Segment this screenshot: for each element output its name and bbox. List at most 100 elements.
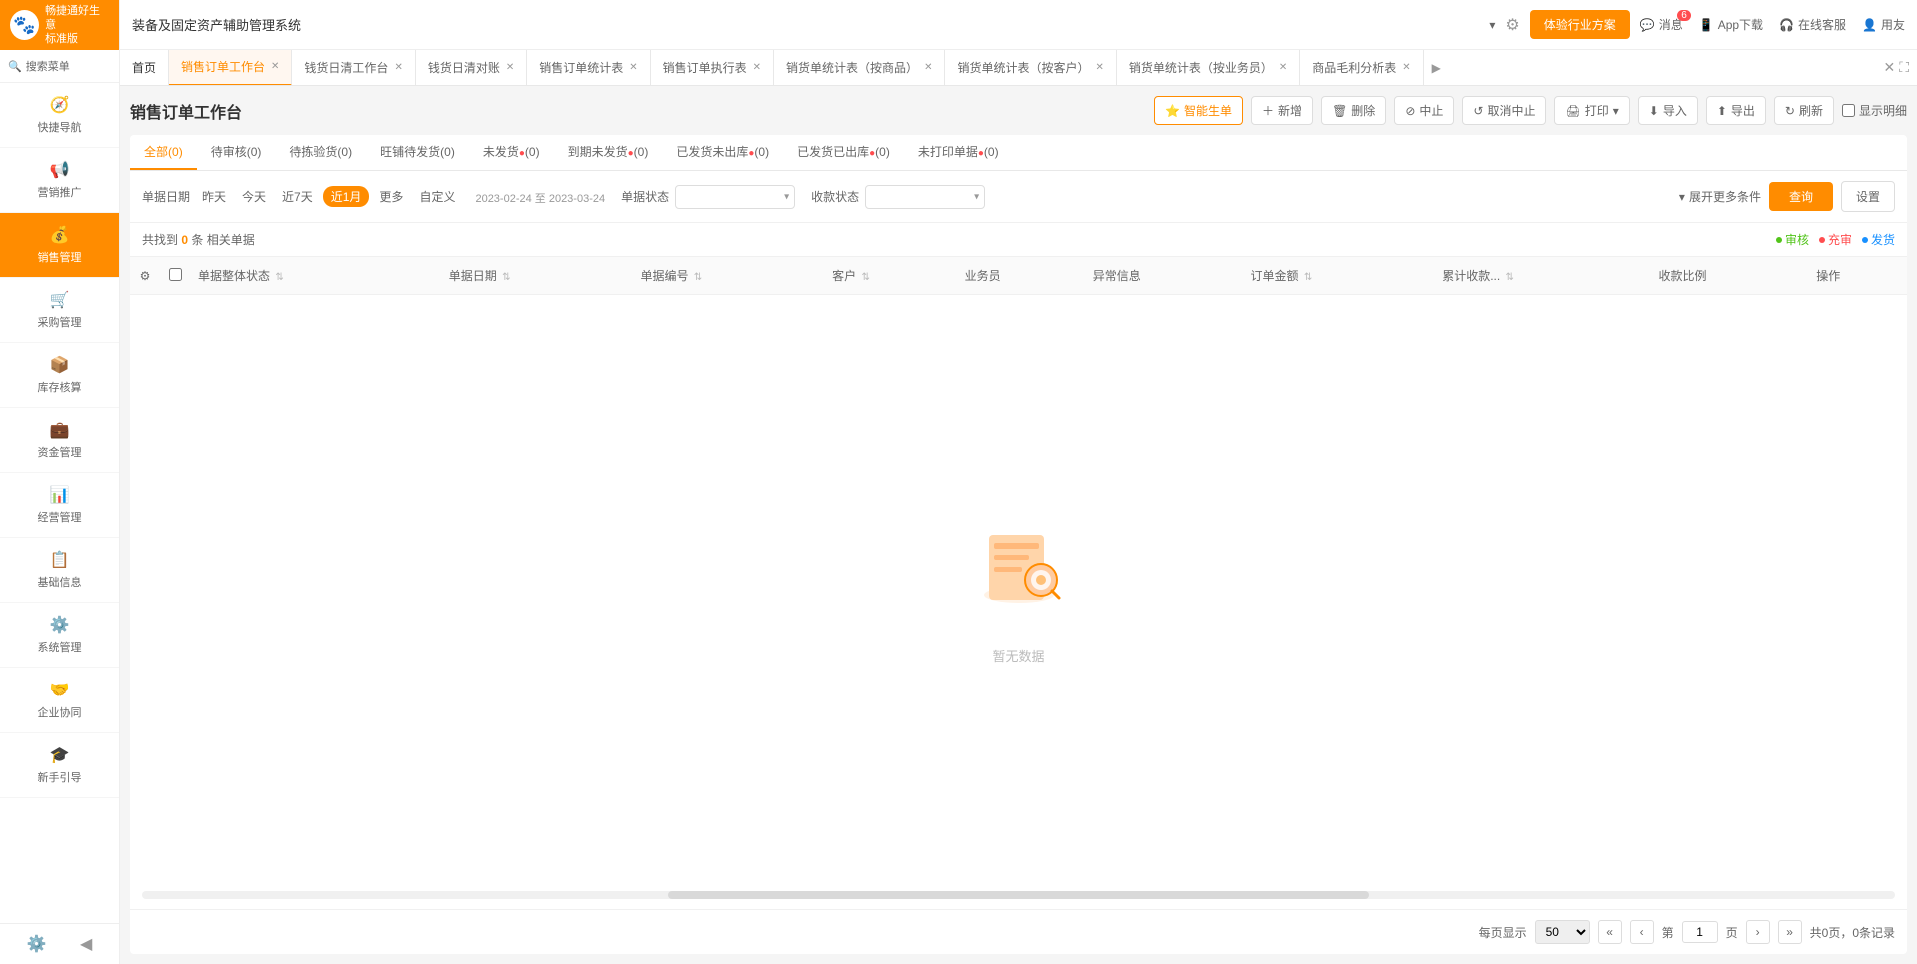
finance-icon: 💼 bbox=[50, 420, 70, 440]
show-detail-label[interactable]: 显示明细 bbox=[1842, 102, 1907, 119]
sidebar-item-quick-nav[interactable]: 🧭 快捷导航 bbox=[0, 83, 119, 148]
tab-cash-reconcile[interactable]: 钱货日清对账 ✕ bbox=[416, 50, 527, 86]
add-icon: ＋ bbox=[1262, 102, 1274, 119]
tab-sales-stat[interactable]: 销售订单统计表 ✕ bbox=[527, 50, 650, 86]
user-action[interactable]: 👤 用友 bbox=[1862, 16, 1905, 33]
sidebar-search[interactable]: 🔍 搜索菜单 bbox=[0, 50, 119, 83]
sidebar-item-marketing[interactable]: 📢 营销推广 bbox=[0, 148, 119, 213]
sidebar-item-enterprise[interactable]: 🤝 企业协同 bbox=[0, 668, 119, 733]
sidebar-item-inventory[interactable]: 📦 库存核算 bbox=[0, 343, 119, 408]
export-button[interactable]: ⬆ 导出 bbox=[1706, 96, 1766, 125]
sort-collected-icon[interactable]: ⇅ bbox=[1506, 272, 1514, 283]
sort-number-icon[interactable]: ⇅ bbox=[694, 272, 702, 283]
tab-maximize-icon[interactable]: ⛶ bbox=[1899, 59, 1909, 76]
date-btn-today[interactable]: 今天 bbox=[236, 186, 272, 207]
cancel-pause-button[interactable]: ↺ 取消中止 bbox=[1462, 96, 1546, 125]
scrollbar-thumb[interactable] bbox=[668, 891, 1369, 899]
filter-tab-not-shipped[interactable]: 未发货●(0) bbox=[469, 135, 554, 170]
tab-home[interactable]: 首页 bbox=[120, 50, 169, 86]
per-page-select[interactable]: 50 10 20 100 bbox=[1535, 920, 1590, 944]
message-action[interactable]: 💬 消息 6 bbox=[1640, 16, 1683, 33]
filter-tab-wangpu-ship[interactable]: 旺铺待发货(0) bbox=[366, 135, 469, 170]
filter-tab-shipped-not-in[interactable]: 已发货未出库●(0) bbox=[662, 135, 783, 170]
app-download-action[interactable]: 📱 App下载 bbox=[1699, 16, 1763, 33]
sidebar-item-guide[interactable]: 🎓 新手引导 bbox=[0, 733, 119, 798]
sidebar-item-system[interactable]: ⚙️ 系统管理 bbox=[0, 603, 119, 668]
operations-icon: 📊 bbox=[50, 485, 70, 505]
import-button[interactable]: ⬇ 导入 bbox=[1638, 96, 1698, 125]
cancel-audit-button[interactable]: 充审 bbox=[1819, 231, 1852, 248]
industry-solution-button[interactable]: 体验行业方案 bbox=[1530, 10, 1630, 39]
col-settings-icon[interactable]: ⚙ bbox=[140, 269, 151, 283]
smart-create-button[interactable]: ⭐ 智能生单 bbox=[1154, 96, 1243, 125]
tab-close-sales-stat[interactable]: ✕ bbox=[629, 62, 637, 73]
last-page-button[interactable]: » bbox=[1778, 920, 1802, 944]
date-btn-custom[interactable]: 自定义 bbox=[413, 186, 461, 207]
filter-tab-all[interactable]: 全部(0) bbox=[130, 135, 197, 170]
sort-amount-icon[interactable]: ⇅ bbox=[1304, 272, 1312, 283]
first-page-button[interactable]: « bbox=[1598, 920, 1622, 944]
sort-status-icon[interactable]: ⇅ bbox=[275, 272, 283, 283]
tab-sales-exec[interactable]: 销售订单执行表 ✕ bbox=[651, 50, 774, 86]
horizontal-scrollbar bbox=[130, 885, 1907, 909]
sidebar-item-purchase[interactable]: 🛒 采购管理 bbox=[0, 278, 119, 343]
tab-sales-stat-customer[interactable]: 销货单统计表（按客户） ✕ bbox=[945, 50, 1116, 86]
show-detail-checkbox[interactable] bbox=[1842, 104, 1855, 117]
filter-tab-pending-review[interactable]: 待审核(0) bbox=[197, 135, 276, 170]
online-service-action[interactable]: 🎧 在线客服 bbox=[1779, 16, 1846, 33]
tab-close-sales-stat-staff[interactable]: ✕ bbox=[1279, 62, 1287, 73]
sidebar-item-operations[interactable]: 📊 经营管理 bbox=[0, 473, 119, 538]
tab-cash-daily[interactable]: 钱货日清工作台 ✕ bbox=[292, 50, 415, 86]
tab-close-cash-daily[interactable]: ✕ bbox=[394, 62, 402, 73]
tabbar-more[interactable]: ▶ bbox=[1424, 61, 1449, 75]
sidebar-item-sales[interactable]: 💰 销售管理 bbox=[0, 213, 119, 278]
prev-page-button[interactable]: ‹ bbox=[1630, 920, 1654, 944]
date-btn-more[interactable]: 更多 bbox=[373, 186, 409, 207]
service-icon: 🎧 bbox=[1779, 18, 1794, 32]
sidebar-item-basic-info[interactable]: 📋 基础信息 bbox=[0, 538, 119, 603]
payment-select[interactable] bbox=[865, 185, 985, 209]
tab-close-cash-reconcile[interactable]: ✕ bbox=[506, 62, 514, 73]
date-btn-7days[interactable]: 近7天 bbox=[276, 186, 319, 207]
ship-button[interactable]: 发货 bbox=[1862, 231, 1895, 248]
sort-date-icon[interactable]: ⇅ bbox=[502, 272, 510, 283]
main-area: 装备及固定资产辅助管理系统 ▾ ⚙ 体验行业方案 💬 消息 6 📱 App下载 … bbox=[120, 0, 1917, 964]
select-all-checkbox[interactable] bbox=[169, 268, 182, 281]
tab-close-sales-stat-customer[interactable]: ✕ bbox=[1095, 62, 1103, 73]
tab-close-product-margin[interactable]: ✕ bbox=[1402, 62, 1410, 73]
tab-close-sales-workbench[interactable]: ✕ bbox=[271, 61, 279, 72]
pause-button[interactable]: ⊘ 中止 bbox=[1394, 96, 1454, 125]
query-button[interactable]: 查询 bbox=[1769, 182, 1833, 211]
audit-button[interactable]: 审核 bbox=[1776, 231, 1809, 248]
tab-sales-workbench[interactable]: 销售订单工作台 ✕ bbox=[169, 50, 292, 86]
delete-button[interactable]: 🗑 删除 bbox=[1321, 96, 1386, 125]
collapse-icon[interactable]: ◀ bbox=[80, 934, 92, 954]
logo-icon: 🐾 bbox=[10, 10, 39, 40]
tab-close-sales-exec[interactable]: ✕ bbox=[753, 62, 761, 73]
status-select[interactable] bbox=[675, 185, 795, 209]
date-btn-1month[interactable]: 近1月 bbox=[323, 186, 370, 207]
sidebar-item-finance[interactable]: 💼 资金管理 bbox=[0, 408, 119, 473]
app-icon: 📱 bbox=[1699, 18, 1714, 32]
filter-setting-button[interactable]: 设置 bbox=[1841, 181, 1895, 212]
tab-product-margin[interactable]: 商品毛利分析表 ✕ bbox=[1300, 50, 1423, 86]
filter-tab-not-printed[interactable]: 未打印单据●(0) bbox=[904, 135, 1013, 170]
filter-tab-pending-check[interactable]: 待拣验货(0) bbox=[275, 135, 366, 170]
sort-customer-icon[interactable]: ⇅ bbox=[861, 272, 869, 283]
expand-more-btn[interactable]: ▾ 展开更多条件 bbox=[1679, 188, 1761, 205]
refresh-button[interactable]: ↻ 刷新 bbox=[1774, 96, 1834, 125]
system-dropdown[interactable]: ▾ bbox=[1489, 18, 1495, 32]
tab-sales-stat-staff[interactable]: 销货单统计表（按业务员） ✕ bbox=[1117, 50, 1300, 86]
filter-tab-shipped-out[interactable]: 已发货已出库●(0) bbox=[783, 135, 904, 170]
tab-close-sales-stat-product[interactable]: ✕ bbox=[924, 62, 932, 73]
page-input[interactable] bbox=[1682, 921, 1718, 943]
print-button[interactable]: 🖨 打印 ▾ bbox=[1554, 96, 1629, 125]
settings-icon[interactable]: ⚙️ bbox=[27, 934, 47, 954]
next-page-button[interactable]: › bbox=[1746, 920, 1770, 944]
date-btn-yesterday[interactable]: 昨天 bbox=[196, 186, 232, 207]
filter-tab-expired-not-shipped[interactable]: 到期未发货●(0) bbox=[554, 135, 663, 170]
tab-sales-stat-product[interactable]: 销货单统计表（按商品） ✕ bbox=[774, 50, 945, 86]
topbar-gear-icon[interactable]: ⚙ bbox=[1505, 15, 1519, 35]
add-button[interactable]: ＋ 新增 bbox=[1251, 96, 1313, 125]
tab-close-all-icon[interactable]: ✕ bbox=[1883, 59, 1895, 76]
